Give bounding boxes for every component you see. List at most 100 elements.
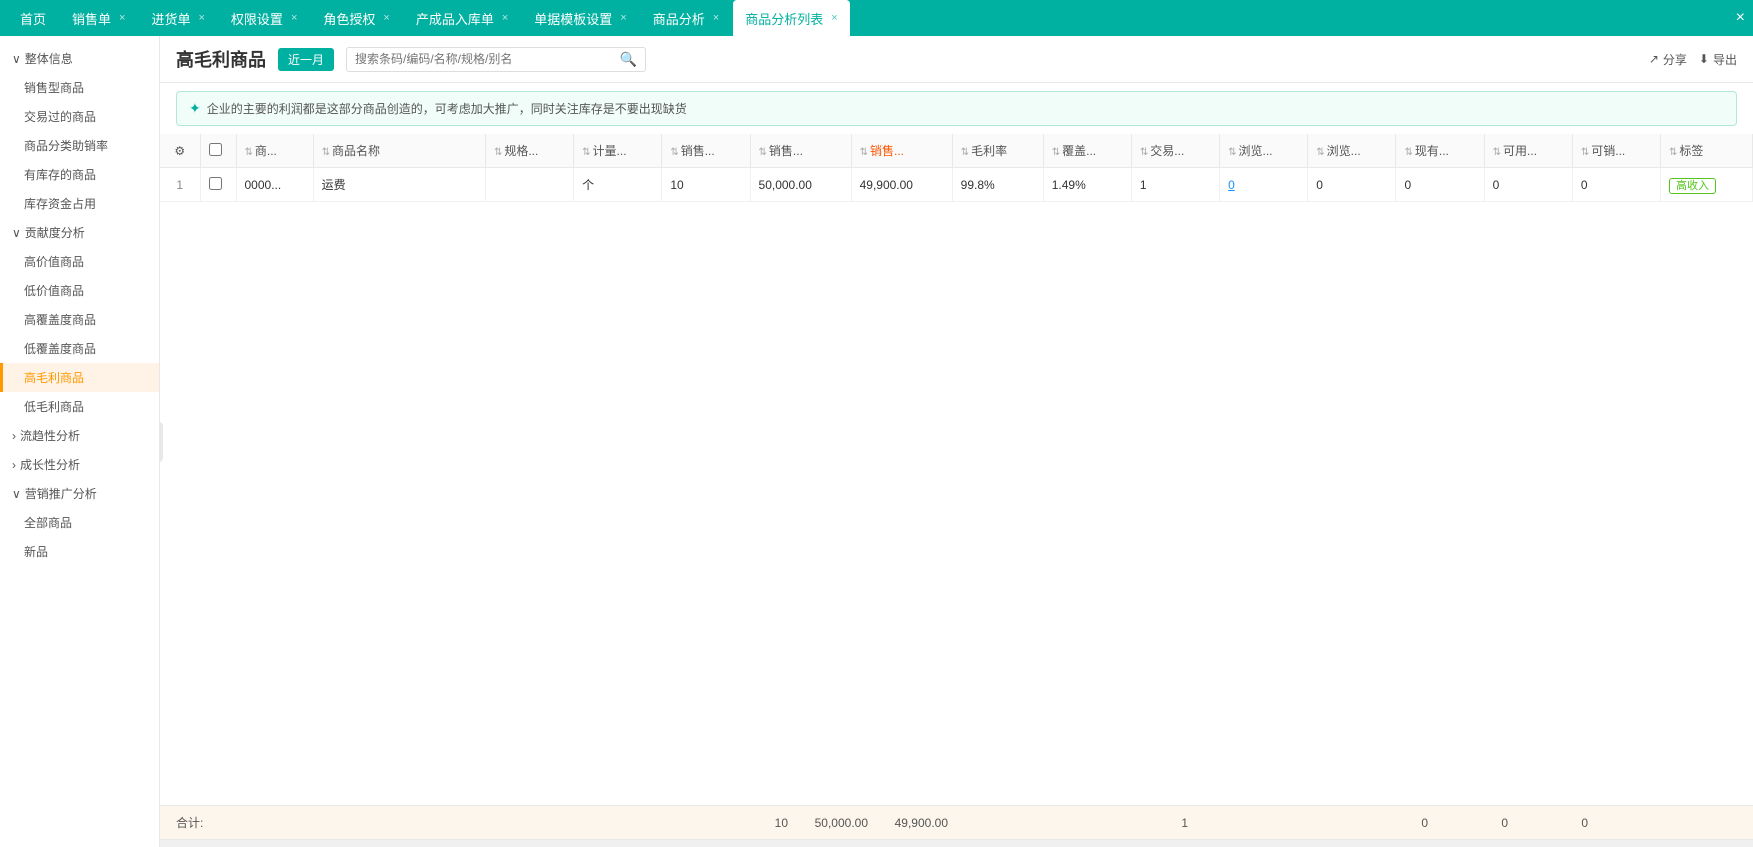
footer-sales-amount: 50,000.00: [796, 816, 876, 830]
content-header: 高毛利商品 近一月 🔍 ↗ 分享 ⬇ 导出: [160, 36, 1753, 83]
sidebar-item-all-products[interactable]: 全部商品: [0, 508, 159, 537]
chevron-down-icon: ∨: [12, 487, 21, 501]
sidebar-item-low-coverage[interactable]: 低覆盖度商品: [0, 334, 159, 363]
sidebar-item-high-value[interactable]: 高价值商品: [0, 247, 159, 276]
col-tag[interactable]: ⇅标签: [1661, 134, 1753, 168]
col-sales-net[interactable]: ⇅销售...: [851, 134, 952, 168]
data-table: ⚙ ⇅商... ⇅商品名称 ⇅规格...: [160, 134, 1753, 202]
table-wrapper: ⚙ ⇅商... ⇅商品名称 ⇅规格...: [160, 134, 1753, 805]
share-icon: ↗: [1649, 52, 1659, 66]
sidebar-group-marketing[interactable]: ∨ 营销推广分析: [0, 479, 159, 508]
sort-icon: ⇅: [1316, 147, 1324, 158]
page-title: 高毛利商品: [176, 46, 266, 72]
sidebar-collapse-button[interactable]: «: [160, 422, 163, 462]
main-layout: ∨ 整体信息 销售型商品 交易过的商品 商品分类助销率 有库存的商品 库存资金占…: [0, 36, 1753, 847]
cell-name: 运费: [313, 168, 485, 202]
table-header-row: ⚙ ⇅商... ⇅商品名称 ⇅规格...: [160, 134, 1753, 168]
sidebar-group-contribution[interactable]: ∨ 贡献度分析: [0, 218, 159, 247]
nav-item-template[interactable]: 单据模板设置 ×: [522, 0, 638, 36]
sidebar-item-new-products[interactable]: 新品: [0, 537, 159, 566]
close-icon[interactable]: ×: [831, 12, 837, 24]
close-icon[interactable]: ×: [119, 12, 125, 24]
sidebar-item-in-stock[interactable]: 有库存的商品: [0, 160, 159, 189]
chevron-down-icon: ∨: [12, 226, 21, 240]
tag-badge: 高收入: [1669, 178, 1716, 194]
sort-icon: ⇅: [860, 147, 868, 158]
chevron-right-icon: ›: [12, 458, 16, 472]
close-icon[interactable]: ×: [383, 12, 389, 24]
close-icon[interactable]: ×: [291, 12, 297, 24]
sidebar-item-low-value[interactable]: 低价值商品: [0, 276, 159, 305]
chevron-down-icon: ∨: [12, 52, 21, 66]
close-icon[interactable]: ×: [620, 12, 626, 24]
col-saleable[interactable]: ⇅可销...: [1572, 134, 1660, 168]
col-coverage[interactable]: ⇅覆盖...: [1043, 134, 1131, 168]
cell-seq: 1: [160, 168, 200, 202]
footer-saleable: 0: [1516, 816, 1596, 830]
col-name[interactable]: ⇅商品名称: [313, 134, 485, 168]
nav-item-sales[interactable]: 销售单 ×: [60, 0, 137, 36]
time-filter-button[interactable]: 近一月: [278, 48, 334, 71]
close-icon[interactable]: ×: [198, 12, 204, 24]
col-transaction[interactable]: ⇅交易...: [1131, 134, 1219, 168]
col-available[interactable]: ⇅可用...: [1484, 134, 1572, 168]
col-browse1[interactable]: ⇅浏览...: [1220, 134, 1308, 168]
sort-icon: ⇅: [1140, 147, 1148, 158]
col-current-stock[interactable]: ⇅现有...: [1396, 134, 1484, 168]
sidebar-item-stock-capital[interactable]: 库存资金占用: [0, 189, 159, 218]
settings-icon[interactable]: ⚙: [174, 144, 185, 158]
footer-sales-qty: 10: [716, 816, 796, 830]
sidebar-group-overall[interactable]: ∨ 整体信息: [0, 44, 159, 73]
close-icon[interactable]: ×: [502, 12, 508, 24]
nav-item-product-analysis-list[interactable]: 商品分析列表 ×: [733, 0, 849, 36]
window-close-button[interactable]: ×: [1736, 9, 1745, 27]
col-sales-amount[interactable]: ⇅销售...: [750, 134, 851, 168]
search-input[interactable]: [355, 52, 614, 66]
export-button[interactable]: ⬇ 导出: [1699, 51, 1737, 68]
sidebar-item-low-margin[interactable]: 低毛利商品: [0, 392, 159, 421]
sort-icon: ⇅: [1669, 147, 1677, 158]
cell-code: 0000...: [236, 168, 313, 202]
footer-available: 0: [1436, 816, 1516, 830]
col-spec[interactable]: ⇅规格...: [485, 134, 573, 168]
col-margin[interactable]: ⇅毛利率: [952, 134, 1043, 168]
search-box[interactable]: 🔍: [346, 47, 646, 72]
cell-sales-qty: 10: [662, 168, 750, 202]
browse-link[interactable]: 0: [1228, 178, 1235, 192]
col-sales-qty[interactable]: ⇅销售...: [662, 134, 750, 168]
sort-icon: ⇅: [1404, 147, 1412, 158]
cell-checkbox[interactable]: [200, 168, 236, 202]
sidebar-group-trend[interactable]: › 流趋性分析: [0, 421, 159, 450]
cell-transaction: 1: [1131, 168, 1219, 202]
close-icon[interactable]: ×: [713, 12, 719, 24]
bottom-scrollbar[interactable]: [160, 839, 1753, 847]
sort-icon: ⇅: [245, 147, 253, 158]
col-unit[interactable]: ⇅计量...: [574, 134, 662, 168]
search-icon: 🔍: [620, 51, 637, 68]
footer-total: 合计: 10 50,000.00 49,900.00 1 0 0 0: [160, 805, 1753, 839]
nav-item-roles[interactable]: 角色授权 ×: [311, 0, 401, 36]
cell-browse2: 0: [1308, 168, 1396, 202]
nav-item-permissions[interactable]: 权限设置 ×: [219, 0, 309, 36]
nav-item-product-analysis[interactable]: 商品分析 ×: [641, 0, 731, 36]
sidebar-item-sales-products[interactable]: 销售型商品: [0, 73, 159, 102]
col-code[interactable]: ⇅商...: [236, 134, 313, 168]
nav-item-product-inbound[interactable]: 产成品入库单 ×: [404, 0, 520, 36]
sidebar-group-growth[interactable]: › 成长性分析: [0, 450, 159, 479]
sort-icon: ⇅: [1493, 147, 1501, 158]
share-button[interactable]: ↗ 分享: [1649, 51, 1687, 68]
nav-item-home[interactable]: 首页: [8, 0, 58, 36]
sidebar-item-category-rate[interactable]: 商品分类助销率: [0, 131, 159, 160]
footer-transaction: 1: [1116, 816, 1196, 830]
sort-icon: ⇅: [1581, 147, 1589, 158]
sidebar-item-traded-products[interactable]: 交易过的商品: [0, 102, 159, 131]
sidebar-item-high-coverage[interactable]: 高覆盖度商品: [0, 305, 159, 334]
row-checkbox[interactable]: [209, 177, 222, 190]
nav-item-purchase[interactable]: 进货单 ×: [139, 0, 216, 36]
col-browse2[interactable]: ⇅浏览...: [1308, 134, 1396, 168]
select-all-checkbox[interactable]: [209, 143, 222, 156]
sort-icon: ⇅: [1228, 147, 1236, 158]
sidebar-item-high-margin[interactable]: 高毛利商品: [0, 363, 159, 392]
content-area: « 高毛利商品 近一月 🔍 ↗ 分享 ⬇ 导出 ✦: [160, 36, 1753, 847]
sidebar: ∨ 整体信息 销售型商品 交易过的商品 商品分类助销率 有库存的商品 库存资金占…: [0, 36, 160, 847]
